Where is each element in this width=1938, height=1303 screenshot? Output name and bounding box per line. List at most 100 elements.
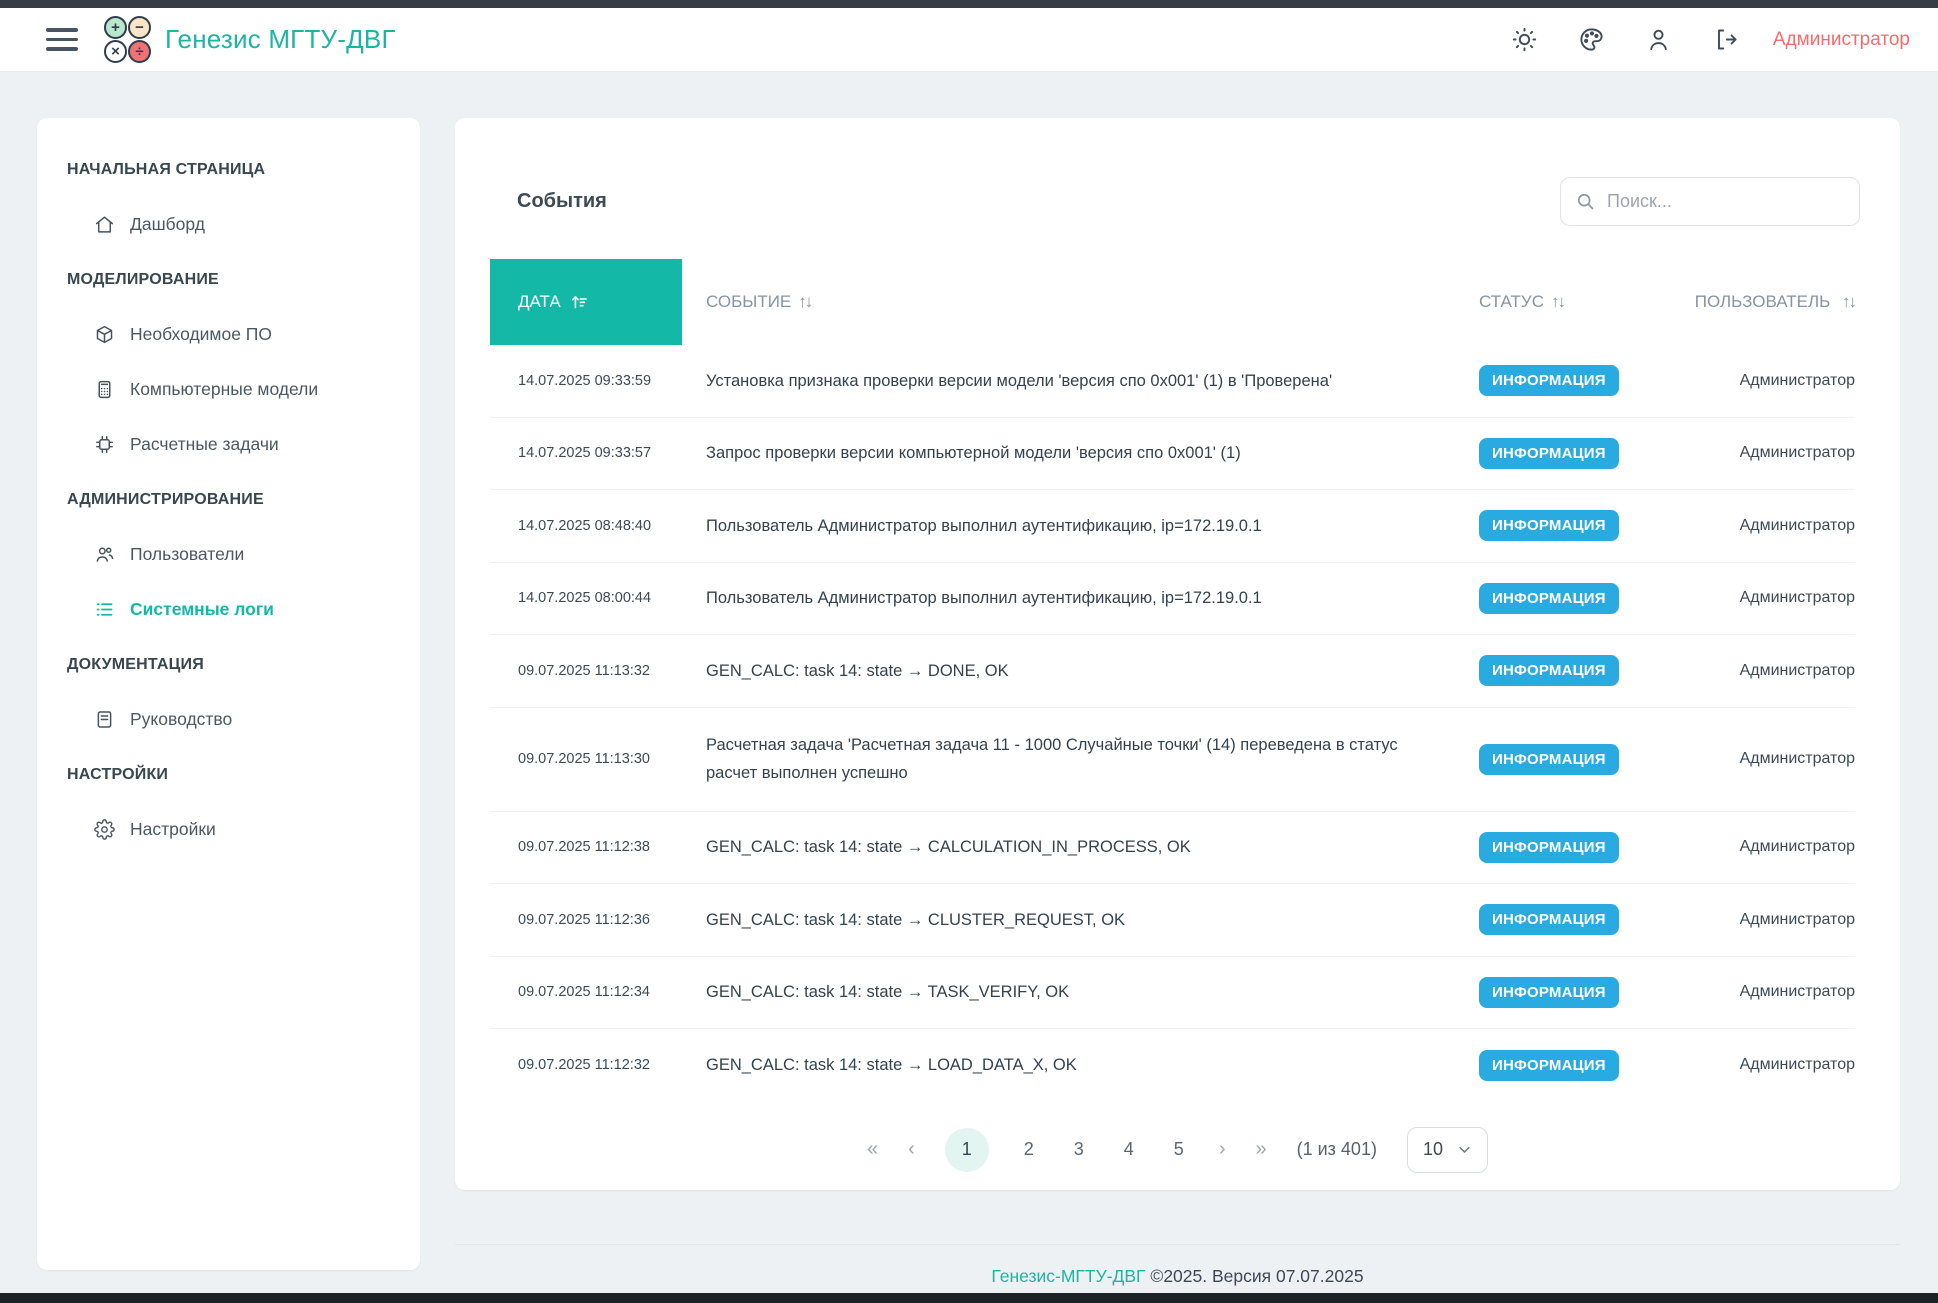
table-row[interactable]: 09.07.2025 11:12:38 GEN_CALC: task 14: s…	[490, 812, 1855, 884]
previous-page-icon[interactable]: ‹	[908, 1138, 915, 1161]
table-row[interactable]: 09.07.2025 11:12:34 GEN_CALC: task 14: s…	[490, 957, 1855, 1029]
event-user: Администратор	[1739, 910, 1855, 928]
status-badge: ИНФОРМАЦИЯ	[1479, 582, 1619, 614]
sidebar-item-label: Компьютерные модели	[130, 379, 319, 399]
column-header-status[interactable]: СТАТУС ↑↓	[1465, 259, 1677, 345]
event-text: Пользователь Администратор выполнил ауте…	[706, 516, 1262, 535]
status-badge: ИНФОРМАЦИЯ	[1479, 976, 1619, 1008]
last-page-icon[interactable]: »	[1255, 1138, 1266, 1161]
first-page-icon[interactable]: «	[867, 1138, 878, 1161]
table-row[interactable]: 14.07.2025 09:33:59 Установка признака п…	[490, 345, 1855, 418]
theme-sun-icon[interactable]	[1511, 26, 1538, 53]
sidebar-item-settings[interactable]: Настройки	[37, 802, 420, 857]
table-row[interactable]: 14.07.2025 08:48:40 Пользователь Админис…	[490, 490, 1855, 563]
sidebar-item-system-logs[interactable]: Системные логи	[37, 582, 420, 637]
page-title: События	[517, 189, 607, 212]
search-input[interactable]	[1607, 190, 1845, 212]
event-date: 14.07.2025 08:48:40	[518, 517, 652, 534]
sidebar-section-administration: АДМИНИСТРИРОВАНИЕ	[67, 490, 264, 508]
sidebar-item-label: Дашборд	[130, 214, 205, 234]
status-badge: ИНФОРМАЦИЯ	[1479, 743, 1619, 775]
table-row[interactable]: 09.07.2025 11:12:32 GEN_CALC: task 14: s…	[490, 1029, 1855, 1102]
table-row[interactable]: 09.07.2025 11:13:30 Расчетная задача 'Ра…	[490, 708, 1855, 812]
event-user: Администратор	[1739, 371, 1855, 389]
column-header-user[interactable]: ПОЛЬЗОВАТЕЛЬ ↑↓	[1677, 259, 1857, 345]
logo-minus-icon: −	[128, 16, 151, 39]
users-icon	[96, 547, 114, 562]
event-text: GEN_CALC: task 14: state → LOAD_DATA_X, …	[706, 1056, 1077, 1075]
sidebar-item-computer-models[interactable]: Компьютерные модели	[37, 362, 420, 417]
footer-brand-link[interactable]: Генезис-МГТУ-ДВГ	[991, 1266, 1145, 1286]
chevron-down-icon	[1459, 1146, 1470, 1153]
logout-icon[interactable]	[1712, 26, 1739, 53]
sort-icon: ↑↓	[1842, 292, 1857, 312]
palette-icon[interactable]	[1578, 26, 1605, 53]
event-text: Расчетная задача 'Расчетная задача 11 - …	[706, 735, 1398, 782]
page-button-1[interactable]: 1	[944, 1127, 989, 1172]
sidebar-item-label: Настройки	[130, 819, 216, 839]
page-button-3[interactable]: 3	[1069, 1139, 1089, 1160]
event-text: Пользователь Администратор выполнил ауте…	[706, 589, 1262, 608]
status-badge: ИНФОРМАЦИЯ	[1479, 831, 1619, 863]
cube-icon	[96, 325, 113, 344]
top-edge-bar	[0, 0, 1938, 8]
event-user: Администратор	[1739, 661, 1855, 679]
sidebar-section-settings: НАСТРОЙКИ	[67, 765, 169, 783]
next-page-icon[interactable]: ›	[1219, 1138, 1226, 1161]
status-badge: ИНФОРМАЦИЯ	[1479, 655, 1619, 687]
table-row[interactable]: 09.07.2025 11:13:32 GEN_CALC: task 14: s…	[490, 635, 1855, 708]
sidebar-item-calculation-tasks[interactable]: Расчетные задачи	[37, 417, 420, 472]
sidebar-section-documentation: ДОКУМЕНТАЦИЯ	[67, 655, 204, 673]
pagination: « ‹ 1 2 3 4 5 › » (1 из 401) 10	[455, 1126, 1900, 1173]
cpu-icon	[96, 436, 113, 453]
event-user: Администратор	[1739, 750, 1855, 767]
sort-icon: ↑↓	[1551, 292, 1566, 311]
sort-icon: ↑↓	[798, 292, 813, 311]
page-button-4[interactable]: 4	[1119, 1139, 1139, 1160]
page-size-select[interactable]: 10	[1406, 1126, 1488, 1173]
sidebar-section-home: НАЧАЛЬНАЯ СТРАНИЦА	[67, 160, 266, 178]
page-button-5[interactable]: 5	[1169, 1139, 1189, 1160]
current-user-label[interactable]: Администратор	[1773, 29, 1910, 51]
sidebar-item-users[interactable]: Пользователи	[37, 527, 420, 582]
sidebar-item-label: Расчетные задачи	[130, 434, 279, 454]
event-date: 09.07.2025 11:12:32	[518, 1057, 650, 1074]
sort-ascending-icon	[571, 296, 587, 309]
logo-divide-icon: ÷	[128, 40, 151, 63]
table-row[interactable]: 14.07.2025 09:33:57 Запрос проверки верс…	[490, 418, 1855, 490]
event-user: Администратор	[1739, 444, 1855, 462]
event-date: 09.07.2025 11:12:36	[518, 911, 650, 928]
logo-multiply-icon: ×	[104, 40, 127, 63]
search-box	[1560, 176, 1860, 226]
page-button-2[interactable]: 2	[1019, 1139, 1039, 1160]
column-label: СТАТУС	[1479, 292, 1545, 311]
status-badge: ИНФОРМАЦИЯ	[1479, 510, 1619, 542]
column-header-date[interactable]: ДАТА	[490, 259, 682, 345]
sidebar-item-manual[interactable]: Руководство	[37, 692, 420, 747]
app-header: + − × ÷ Генезис МГТУ-ДВГ Администратор	[0, 8, 1938, 72]
column-header-event[interactable]: СОБЫТИЕ ↑↓	[682, 259, 1465, 345]
column-label: ПОЛЬЗОВАТЕЛЬ	[1694, 292, 1831, 312]
event-text: GEN_CALC: task 14: state → CLUSTER_REQUE…	[706, 910, 1126, 929]
page-footer: Генезис-МГТУ-ДВГ ©2025. Версия 07.07.202…	[455, 1244, 1900, 1287]
list-icon	[96, 603, 113, 616]
book-icon	[97, 711, 112, 728]
calculator-icon	[98, 380, 111, 399]
event-user: Администратор	[1739, 589, 1855, 607]
event-date: 09.07.2025 11:13:32	[518, 662, 650, 679]
event-text: GEN_CALC: task 14: state → DONE, OK	[706, 661, 1009, 680]
page-size-value: 10	[1422, 1139, 1443, 1159]
app-title: Генезис МГТУ-ДВГ	[165, 24, 396, 54]
event-date: 14.07.2025 09:33:59	[518, 372, 652, 389]
table-row[interactable]: 09.07.2025 11:12:36 GEN_CALC: task 14: s…	[490, 884, 1855, 957]
sidebar-item-label: Системные логи	[130, 599, 274, 619]
event-text: GEN_CALC: task 14: state → CALCULATION_I…	[706, 838, 1191, 857]
gear-icon	[94, 819, 115, 840]
user-icon[interactable]	[1645, 26, 1672, 53]
sidebar-item-required-software[interactable]: Необходимое ПО	[37, 307, 420, 362]
sidebar-item-label: Необходимое ПО	[130, 324, 272, 344]
menu-toggle-button[interactable]	[46, 28, 78, 51]
table-row[interactable]: 14.07.2025 08:00:44 Пользователь Админис…	[490, 563, 1855, 635]
sidebar-item-dashboard[interactable]: Дашборд	[37, 197, 420, 252]
event-date: 09.07.2025 11:12:34	[518, 984, 650, 1001]
